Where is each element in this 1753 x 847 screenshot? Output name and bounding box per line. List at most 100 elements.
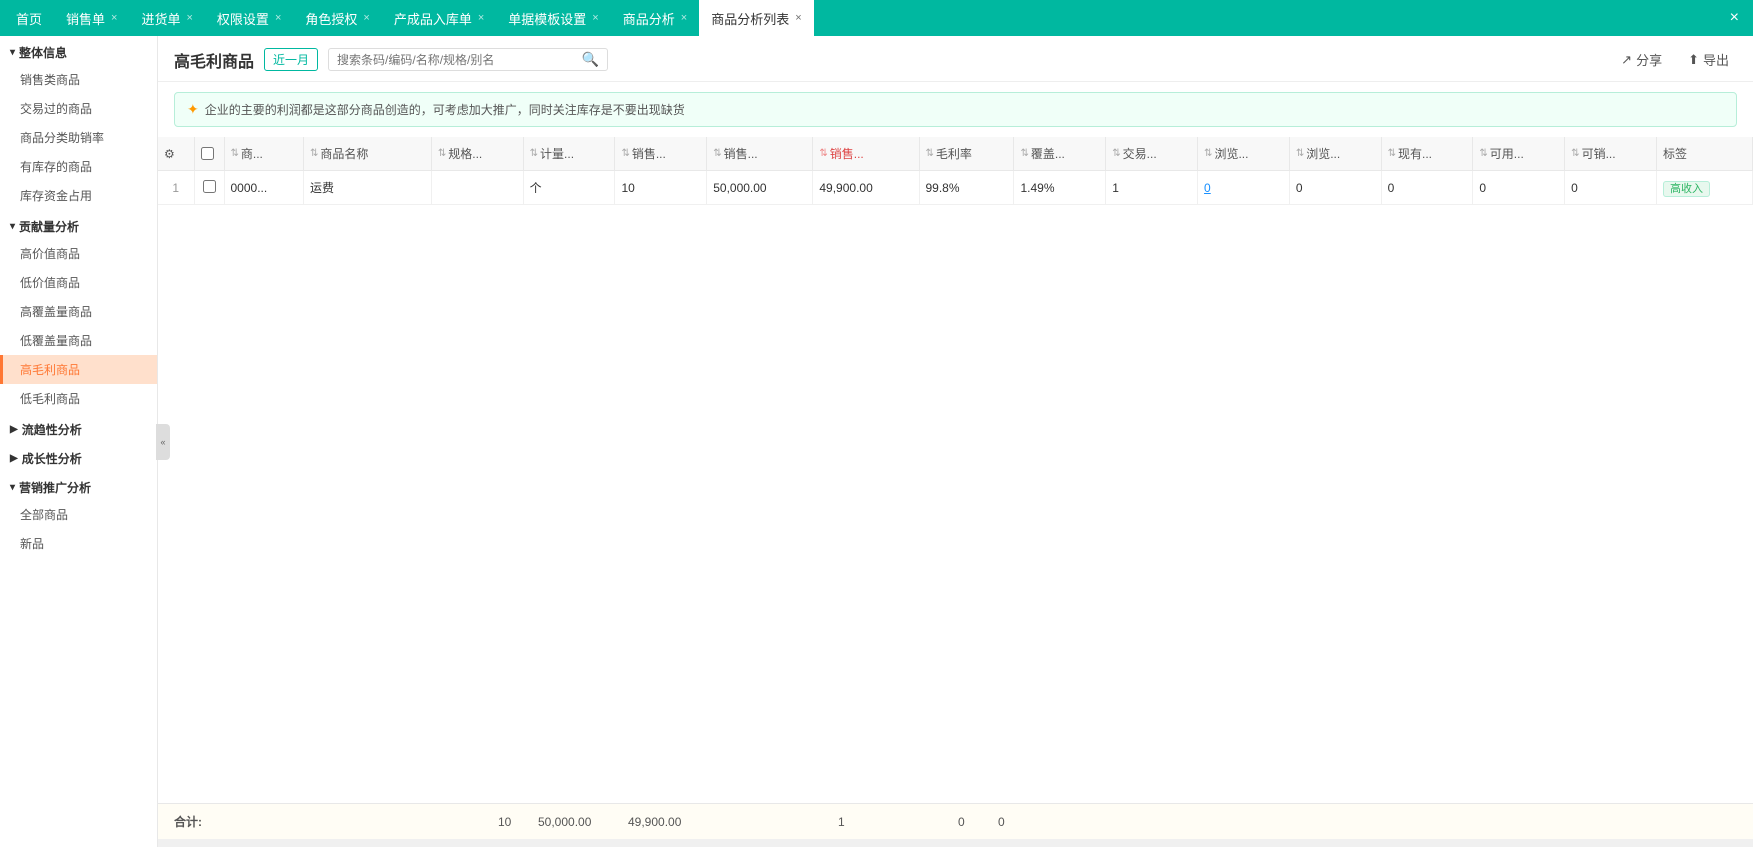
sidebar-item-stock-capital[interactable]: 库存资金占用 — [0, 181, 157, 210]
sort-icon-avail: ⇅ — [1479, 148, 1487, 159]
sidebar-section-contribution-title[interactable]: ▾ 贡献量分析 — [0, 210, 157, 239]
col-sales-amount[interactable]: ⇅ 销售... — [707, 137, 813, 171]
sort-icon-qty: ⇅ — [621, 148, 629, 159]
close-sales-tab[interactable]: × — [111, 12, 117, 24]
col-settings[interactable]: ⚙ — [158, 137, 194, 171]
close-analysis-list-tab[interactable]: × — [795, 12, 801, 24]
sort-icon-unit: ⇅ — [530, 148, 538, 159]
cell-coverage: 1.49% — [1014, 171, 1106, 205]
col-transaction[interactable]: ⇅ 交易... — [1106, 137, 1198, 171]
cell-checkbox[interactable] — [194, 171, 224, 205]
arrow-down-icon-2: ▾ — [10, 221, 15, 232]
col-code[interactable]: ⇅ 商... — [224, 137, 303, 171]
cell-available-stock: 0 — [1473, 171, 1565, 205]
sidebar-section-overview: ▾ 整体信息 销售类商品 交易过的商品 商品分类助销率 有库存的商品 库存资金占… — [0, 36, 157, 210]
cell-spec — [431, 171, 523, 205]
row-checkbox[interactable] — [203, 180, 216, 193]
nav-purchase[interactable]: 进货单 × — [129, 0, 204, 36]
sidebar-wrapper: ▾ 整体信息 销售类商品 交易过的商品 商品分类助销率 有库存的商品 库存资金占… — [0, 36, 158, 847]
cell-browse1[interactable]: 0 — [1198, 171, 1290, 205]
col-gross-margin[interactable]: ⇅ 毛利率 — [919, 137, 1014, 171]
col-current-stock[interactable]: ⇅ 现有... — [1381, 137, 1473, 171]
cell-saleable-stock: 0 — [1565, 171, 1657, 205]
col-spec[interactable]: ⇅ 规格... — [431, 137, 523, 171]
close-template-tab[interactable]: × — [592, 12, 598, 24]
main-layout: ▾ 整体信息 销售类商品 交易过的商品 商品分类助销率 有库存的商品 库存资金占… — [0, 36, 1753, 847]
footer-available-stock: 0 — [992, 815, 1032, 829]
col-unit[interactable]: ⇅ 计量... — [523, 137, 615, 171]
select-all-checkbox[interactable] — [201, 147, 214, 160]
sort-icon-sale: ⇅ — [1571, 148, 1579, 159]
sort-icon-browse1: ⇅ — [1204, 148, 1212, 159]
nav-template[interactable]: 单据模板设置 × — [496, 0, 610, 36]
top-nav: 首页 销售单 × 进货单 × 权限设置 × 角色授权 × 产成品入库单 × 单据… — [0, 0, 1753, 36]
col-available-stock[interactable]: ⇅ 可用... — [1473, 137, 1565, 171]
data-table: ⚙ ⇅ 商... ⇅ — [158, 137, 1753, 205]
footer-sales-cost: 49,900.00 — [622, 815, 712, 829]
sidebar-item-high-value[interactable]: 高价值商品 — [0, 239, 157, 268]
sort-icon-amount: ⇅ — [713, 148, 721, 159]
footer-sales-qty: 10 — [492, 815, 532, 829]
col-tag[interactable]: 标签 — [1656, 137, 1752, 171]
sidebar-section-overview-title[interactable]: ▾ 整体信息 — [0, 36, 157, 65]
table-container[interactable]: ⚙ ⇅ 商... ⇅ — [158, 137, 1753, 803]
col-sales-cost[interactable]: ⇅ 销售... — [813, 137, 919, 171]
sidebar-toggle-btn[interactable]: « — [156, 424, 170, 460]
nav-sales[interactable]: 销售单 × — [54, 0, 129, 36]
cell-browse2: 0 — [1289, 171, 1381, 205]
share-button[interactable]: ↗ 分享 — [1613, 46, 1670, 73]
search-icon[interactable]: 🔍 — [582, 51, 599, 68]
info-icon: ✦ — [187, 101, 199, 118]
nav-home[interactable]: 首页 — [4, 0, 54, 36]
col-browse1[interactable]: ⇅ 浏览... — [1198, 137, 1290, 171]
col-name[interactable]: ⇅ 商品名称 — [303, 137, 431, 171]
sort-icon-trans: ⇅ — [1112, 148, 1120, 159]
sidebar-section-growth-title[interactable]: ▶ 成长性分析 — [0, 442, 157, 471]
sidebar-item-in-stock[interactable]: 有库存的商品 — [0, 152, 157, 181]
content-header: 高毛利商品 近一月 🔍 ↗ 分享 ⬆ 导出 — [158, 36, 1753, 82]
cell-index: 1 — [158, 171, 194, 205]
col-coverage[interactable]: ⇅ 覆盖... — [1014, 137, 1106, 171]
sort-icon-browse2: ⇅ — [1296, 148, 1304, 159]
sidebar-item-high-coverage[interactable]: 高覆盖量商品 — [0, 297, 157, 326]
sort-icon-name: ⇅ — [310, 148, 318, 159]
cell-sales-qty: 10 — [615, 171, 707, 205]
time-filter-button[interactable]: 近一月 — [264, 48, 318, 71]
close-finished-tab[interactable]: × — [478, 12, 484, 24]
col-saleable-stock[interactable]: ⇅ 可销... — [1565, 137, 1657, 171]
nav-permission[interactable]: 权限设置 × — [205, 0, 293, 36]
cell-current-stock: 0 — [1381, 171, 1473, 205]
close-purchase-tab[interactable]: × — [186, 12, 192, 24]
col-browse2[interactable]: ⇅ 浏览... — [1289, 137, 1381, 171]
sidebar-section-marketing-title[interactable]: ▾ 营销推广分析 — [0, 471, 157, 500]
close-role-tab[interactable]: × — [363, 12, 369, 24]
cell-transaction: 1 — [1106, 171, 1198, 205]
bottom-scrollbar[interactable] — [158, 839, 1753, 847]
header-actions: ↗ 分享 ⬆ 导出 — [1613, 46, 1737, 73]
cell-unit: 个 — [523, 171, 615, 205]
export-button[interactable]: ⬆ 导出 — [1680, 46, 1737, 73]
nav-finished-goods[interactable]: 产成品入库单 × — [382, 0, 496, 36]
sidebar-item-traded-goods[interactable]: 交易过的商品 — [0, 94, 157, 123]
sidebar-item-sales-goods[interactable]: 销售类商品 — [0, 65, 157, 94]
nav-analysis-list[interactable]: 商品分析列表 × — [699, 0, 813, 36]
close-analysis-tab[interactable]: × — [681, 12, 687, 24]
col-checkbox[interactable] — [194, 137, 224, 171]
sidebar-item-low-margin[interactable]: 低毛利商品 — [0, 384, 157, 413]
sidebar-item-category-rate[interactable]: 商品分类助销率 — [0, 123, 157, 152]
nav-close-all[interactable]: × — [1720, 0, 1749, 36]
sidebar-item-new-goods[interactable]: 新品 — [0, 529, 157, 558]
col-sales-qty[interactable]: ⇅ 销售... — [615, 137, 707, 171]
sidebar-section-trend-title[interactable]: ▶ 流趋性分析 — [0, 413, 157, 442]
sidebar-item-all-goods[interactable]: 全部商品 — [0, 500, 157, 529]
cell-gross-margin: 99.8% — [919, 171, 1014, 205]
sidebar-item-low-value[interactable]: 低价值商品 — [0, 268, 157, 297]
sidebar-item-high-margin[interactable]: 高毛利商品 — [0, 355, 157, 384]
nav-analysis[interactable]: 商品分析 × — [611, 0, 699, 36]
search-input[interactable] — [337, 53, 582, 67]
nav-role[interactable]: 角色授权 × — [293, 0, 381, 36]
cell-code: 0000... — [224, 171, 303, 205]
footer-current-stock: 0 — [952, 815, 992, 829]
close-permission-tab[interactable]: × — [275, 12, 281, 24]
sidebar-item-low-coverage[interactable]: 低覆盖量商品 — [0, 326, 157, 355]
